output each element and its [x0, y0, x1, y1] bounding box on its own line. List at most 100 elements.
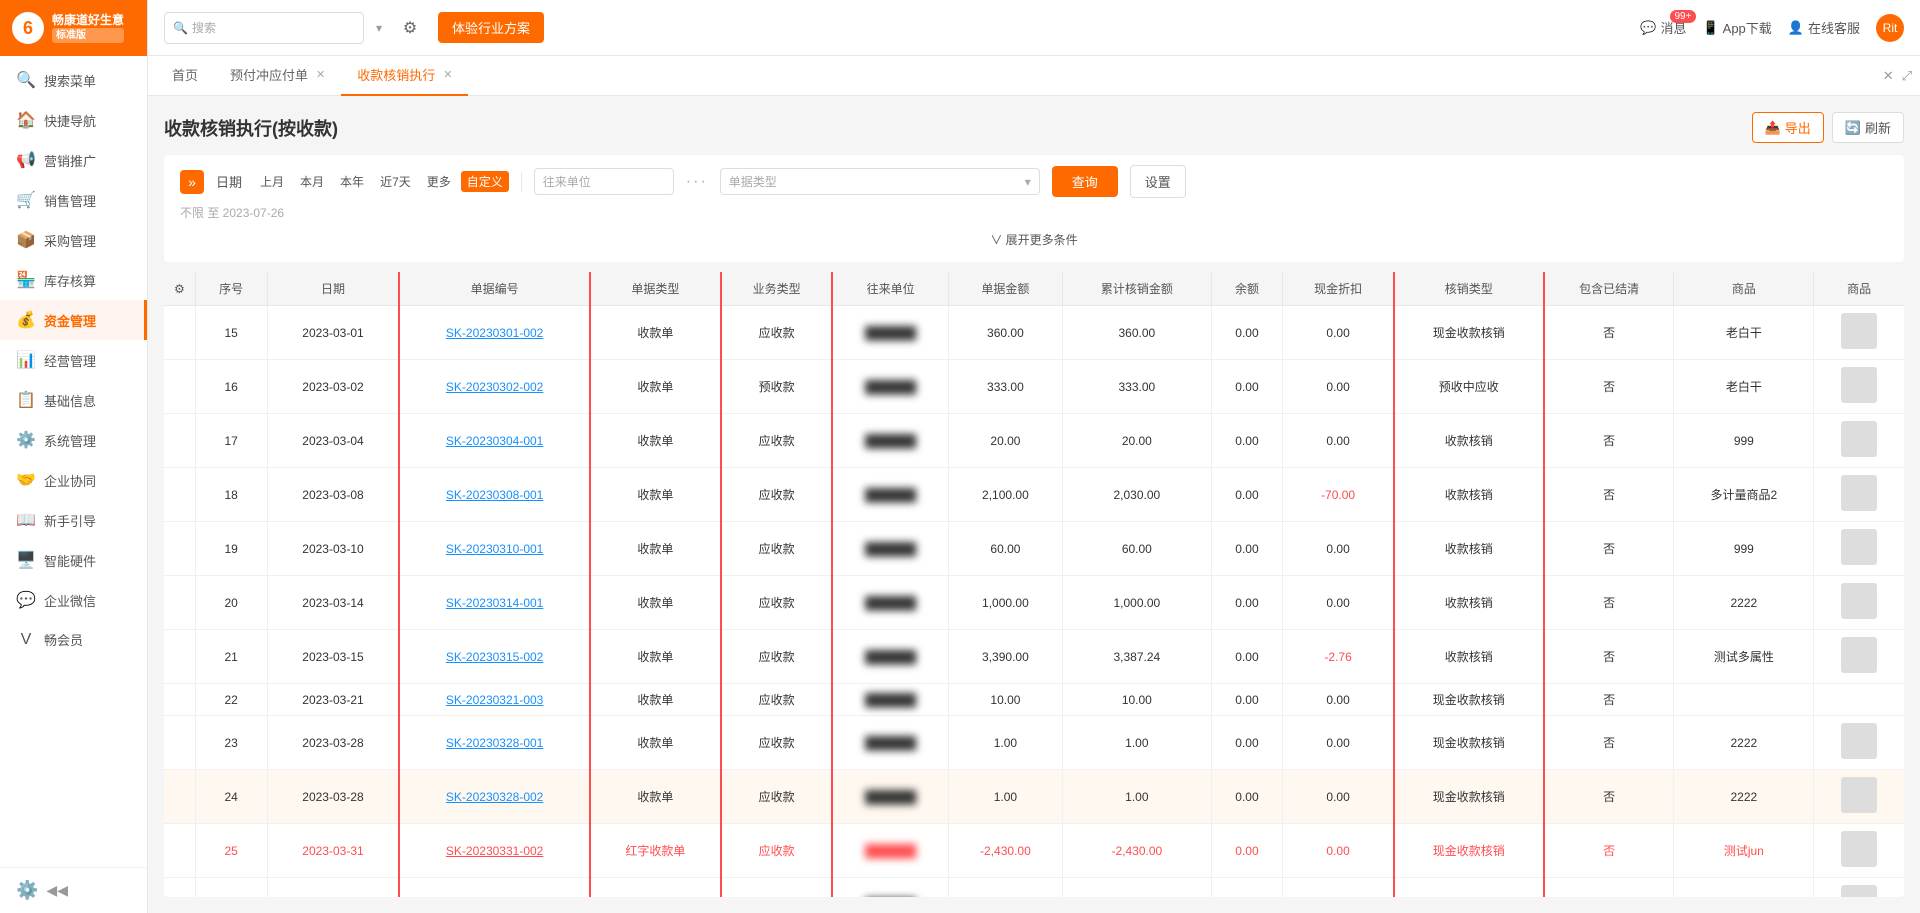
- product-thumbnail: [1841, 583, 1877, 619]
- sidebar-item-shortcut[interactable]: 🏠 快捷导航: [0, 100, 147, 140]
- table-cell: 17: [195, 414, 267, 468]
- close-all-icon[interactable]: ✕: [1883, 68, 1894, 84]
- tab-collection-close[interactable]: ✕: [443, 68, 452, 81]
- table-cell: [1814, 716, 1904, 770]
- user-avatar[interactable]: Rit: [1876, 14, 1904, 42]
- sidebar-item-system[interactable]: ⚙️ 系统管理: [0, 420, 147, 460]
- sidebar-item-basic[interactable]: 📋 基础信息: [0, 380, 147, 420]
- table-cell[interactable]: SK-20230321-003: [399, 684, 590, 716]
- product-thumbnail: [1841, 313, 1877, 349]
- sidebar-item-member[interactable]: V 畅会员: [0, 620, 147, 659]
- tab-home-label: 首页: [172, 65, 198, 84]
- table-cell: ██████: [832, 522, 948, 576]
- tab-home[interactable]: 首页: [156, 56, 214, 96]
- last-7days-btn[interactable]: 近7天: [374, 171, 417, 192]
- app-download-action[interactable]: 📱 App下载: [1702, 18, 1771, 37]
- table-row: 182023-03-08SK-20230308-001收款单应收款██████2…: [164, 468, 1904, 522]
- sidebar-item-purchase[interactable]: 📦 采购管理: [0, 220, 147, 260]
- inventory-icon: 🏪: [16, 270, 36, 290]
- table-cell: 否: [1544, 684, 1674, 716]
- this-year-btn[interactable]: 本年: [334, 171, 370, 192]
- sidebar-item-search[interactable]: 🔍 搜索菜单: [0, 60, 147, 100]
- query-button[interactable]: 查询: [1052, 166, 1118, 197]
- table-cell: 应收款: [721, 414, 833, 468]
- filter-toggle-button[interactable]: »: [180, 170, 204, 194]
- sidebar-item-hardware[interactable]: 🖥️ 智能硬件: [0, 540, 147, 580]
- tab-collection[interactable]: 收款核销执行 ✕: [341, 56, 468, 96]
- sidebar-item-wechat[interactable]: 💬 企业微信: [0, 580, 147, 620]
- dropdown-arrow-icon[interactable]: ▾: [376, 21, 382, 35]
- last-month-btn[interactable]: 上月: [254, 171, 290, 192]
- bill-type-select[interactable]: 单据类型 ▾: [720, 168, 1040, 195]
- solution-button[interactable]: 体验行业方案: [438, 12, 544, 43]
- table-cell: 60.00: [948, 522, 1062, 576]
- sidebar-item-guide[interactable]: 📖 新手引导: [0, 500, 147, 540]
- table-cell: 收款单: [590, 684, 721, 716]
- sidebar-item-sales[interactable]: 🛒 销售管理: [0, 180, 147, 220]
- table-cell: 0.00: [1211, 716, 1283, 770]
- table-row: 252023-03-31SK-20230331-002红字收款单应收款█████…: [164, 824, 1904, 878]
- table-cell: [1814, 630, 1904, 684]
- export-button[interactable]: 📤 导出: [1752, 112, 1824, 143]
- sidebar-collapse-icon[interactable]: ◀◀: [46, 882, 68, 899]
- table-cell: 收款核销: [1394, 576, 1544, 630]
- table-cell: 收款核销: [1394, 630, 1544, 684]
- col-settings-header[interactable]: ⚙: [164, 272, 195, 306]
- gear-icon[interactable]: ⚙: [394, 12, 426, 44]
- table-cell[interactable]: SK-20230315-002: [399, 630, 590, 684]
- table-cell[interactable]: SK-20230403-002: [399, 878, 590, 898]
- sidebar-item-enterprise[interactable]: 🤝 企业协同: [0, 460, 147, 500]
- table-cell[interactable]: SK-20230308-001: [399, 468, 590, 522]
- table-cell: -2,430.00: [1063, 824, 1211, 878]
- table-cell: 收款单: [590, 360, 721, 414]
- col-settings-icon: ⚙: [174, 282, 185, 296]
- message-badge: 99+: [1670, 10, 1697, 23]
- refresh-button[interactable]: 🔄 刷新: [1832, 112, 1904, 143]
- tab-payable[interactable]: 预付冲应付单 ✕: [214, 56, 341, 96]
- table-row: 212023-03-15SK-20230315-002收款单应收款██████3…: [164, 630, 1904, 684]
- sidebar-item-marketing[interactable]: 📢 营销推广: [0, 140, 147, 180]
- table-cell: 60.00: [1063, 522, 1211, 576]
- table-cell: [1814, 306, 1904, 360]
- operation-icon: 📊: [16, 350, 36, 370]
- table-cell[interactable]: SK-20230314-001: [399, 576, 590, 630]
- message-action[interactable]: 💬 消息 99+: [1640, 18, 1686, 37]
- sidebar-item-inventory[interactable]: 🏪 库存核算: [0, 260, 147, 300]
- system-icon: ⚙️: [16, 430, 36, 450]
- more-date-btn[interactable]: 更多: [421, 171, 457, 192]
- filter-settings-button[interactable]: 设置: [1130, 165, 1186, 198]
- this-month-btn[interactable]: 本月: [294, 171, 330, 192]
- table-cell[interactable]: SK-20230310-001: [399, 522, 590, 576]
- sidebar-item-operation[interactable]: 📊 经营管理: [0, 340, 147, 380]
- table-cell[interactable]: SK-20230328-001: [399, 716, 590, 770]
- table-cell[interactable]: SK-20230331-002: [399, 824, 590, 878]
- table-cell: 测试jun: [1674, 824, 1814, 878]
- table-cell[interactable]: SK-20230328-002: [399, 770, 590, 824]
- sidebar-settings-icon[interactable]: ⚙️: [16, 880, 38, 901]
- table-cell: 测试多属性: [1674, 630, 1814, 684]
- table-cell: -2,430.00: [948, 824, 1062, 878]
- sidebar-label-marketing: 营销推广: [44, 151, 96, 170]
- table-cell[interactable]: SK-20230302-002: [399, 360, 590, 414]
- table-cell: 0.00: [1283, 716, 1394, 770]
- table-cell: 2,030.00: [1063, 468, 1211, 522]
- table-cell: 0.00: [1211, 576, 1283, 630]
- table-cell[interactable]: SK-20230304-001: [399, 414, 590, 468]
- select-arrow-icon: ▾: [1025, 175, 1031, 189]
- table-cell: 2023-03-28: [267, 716, 399, 770]
- online-service-action[interactable]: 👤 在线客服: [1788, 18, 1860, 37]
- content-area: 收款核销执行(按收款) 📤 导出 🔄 刷新 » 日期 上月 本月: [148, 96, 1920, 913]
- table-scroll[interactable]: ⚙ 序号 日期 单据编号 单据类型 业务类型 往来单位 单据金额 累计核销金额 …: [164, 272, 1904, 897]
- tab-payable-close[interactable]: ✕: [316, 68, 325, 81]
- table-row: 162023-03-02SK-20230302-002收款单预收款██████3…: [164, 360, 1904, 414]
- table-cell: 预收款核销: [1394, 878, 1544, 898]
- custom-date-btn[interactable]: 自定义: [461, 171, 509, 192]
- expand-conditions-btn[interactable]: ∨ 展开更多条件: [990, 227, 1077, 252]
- maximize-icon[interactable]: ⤢: [1902, 68, 1912, 84]
- counterparty-input[interactable]: 往来单位: [534, 168, 674, 195]
- table-cell: 0.00: [1211, 824, 1283, 878]
- sidebar-item-capital[interactable]: 💰 资金管理: [0, 300, 147, 340]
- header-search-box[interactable]: 🔍 搜索: [164, 12, 364, 44]
- table-cell[interactable]: SK-20230301-002: [399, 306, 590, 360]
- table-cell: 收款单: [590, 716, 721, 770]
